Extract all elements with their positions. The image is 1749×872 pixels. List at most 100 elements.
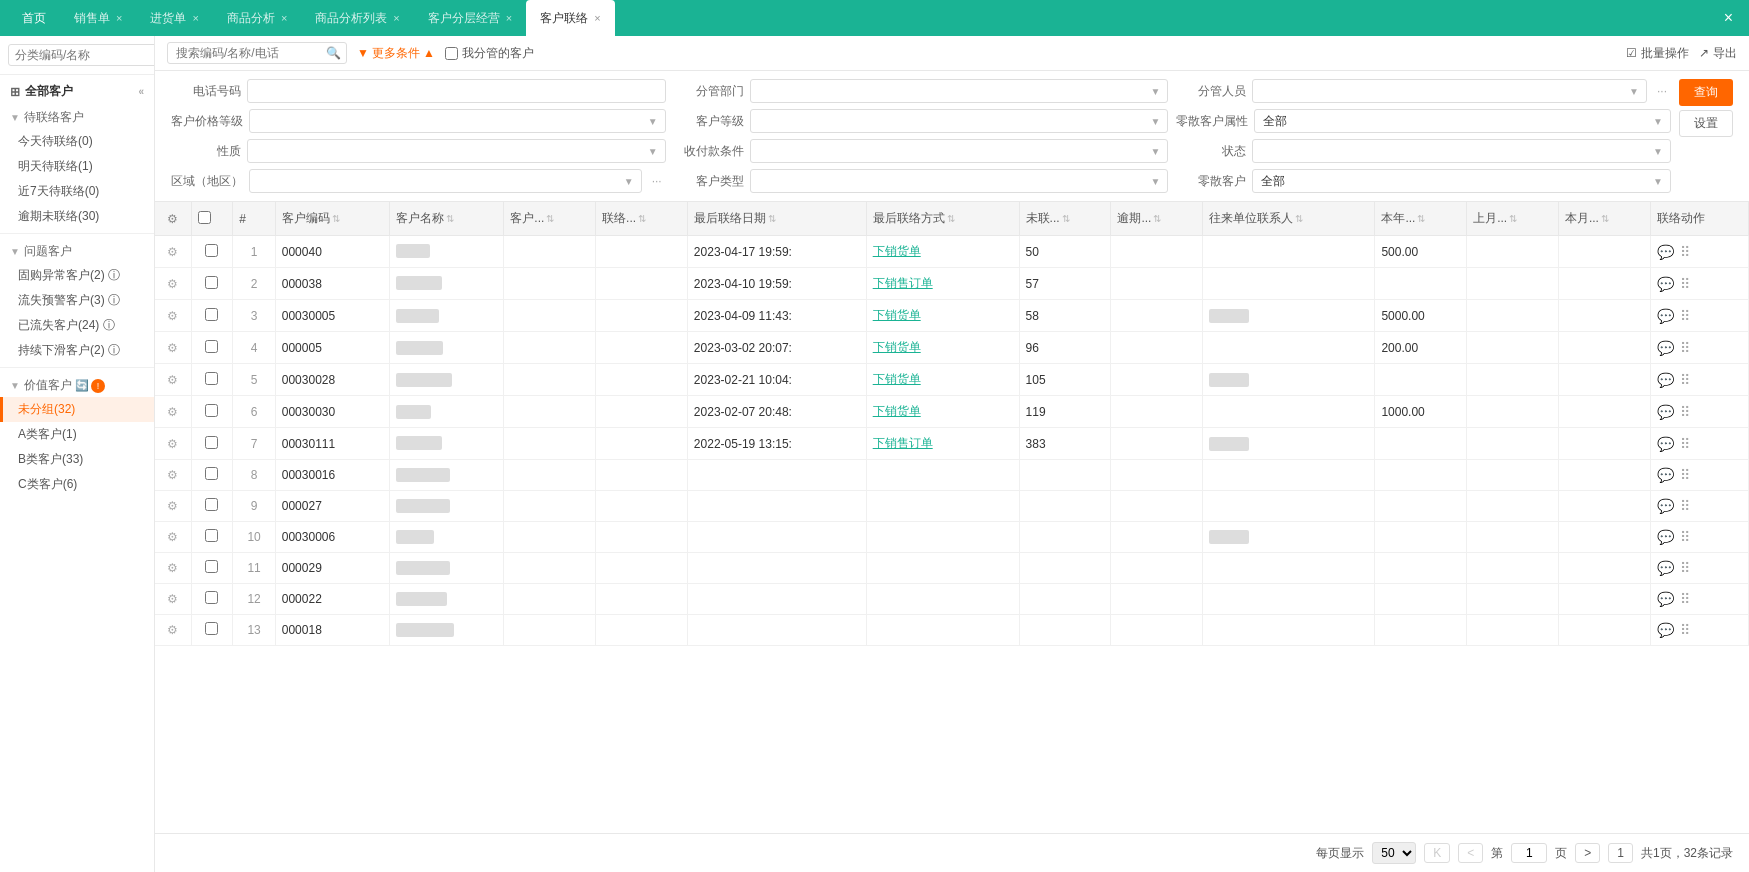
chat-icon[interactable]: 💬 [1657, 622, 1674, 638]
col-contact[interactable]: 联络... ⇅ [596, 202, 688, 236]
tab-goods-analysis[interactable]: 商品分析 × [213, 0, 301, 36]
row-settings-icon[interactable]: ⚙ [167, 437, 178, 451]
filter-search-icon[interactable]: 🔍 [326, 46, 341, 60]
cell-settings[interactable]: ⚙ [155, 460, 191, 491]
collapse-icon[interactable]: « [138, 86, 144, 97]
customer-level-select[interactable] [750, 109, 1169, 133]
chat-icon[interactable]: 💬 [1657, 498, 1674, 514]
row-settings-icon[interactable]: ⚙ [167, 468, 178, 482]
query-button[interactable]: 查询 [1679, 79, 1733, 106]
more-action-icon[interactable]: ⠿ [1680, 591, 1690, 607]
payment-select[interactable] [750, 139, 1169, 163]
row-checkbox[interactable] [205, 467, 218, 480]
sidebar-item-today[interactable]: 今天待联络(0) [0, 129, 154, 154]
row-settings-icon[interactable]: ⚙ [167, 530, 178, 544]
ctype-select[interactable] [750, 169, 1169, 193]
chat-icon[interactable]: 💬 [1657, 372, 1674, 388]
chat-icon[interactable]: 💬 [1657, 560, 1674, 576]
cell-checkbox[interactable] [191, 332, 233, 364]
sidebar-group-value[interactable]: ▼ 价值客户 🔄 ! [0, 372, 154, 397]
cell-settings[interactable]: ⚙ [155, 236, 191, 268]
cell-action[interactable]: 💬⠿ [1650, 460, 1748, 491]
row-settings-icon[interactable]: ⚙ [167, 561, 178, 575]
more-action-icon[interactable]: ⠿ [1680, 467, 1690, 483]
chat-icon[interactable]: 💬 [1657, 276, 1674, 292]
retail-select[interactable]: 全部 [1252, 169, 1671, 193]
tab-sales[interactable]: 销售单 × [60, 0, 136, 36]
sidebar-item-b-class[interactable]: B类客户(33) [0, 447, 154, 472]
my-customers-checkbox[interactable] [445, 47, 458, 60]
cell-checkbox[interactable] [191, 396, 233, 428]
sidebar-item-7days[interactable]: 近7天待联络(0) [0, 179, 154, 204]
row-checkbox[interactable] [205, 436, 218, 449]
cell-checkbox[interactable] [191, 522, 233, 553]
sidebar-group-problem[interactable]: ▼ 问题客户 [0, 238, 154, 263]
col-code[interactable]: 客户编码 ⇅ [275, 202, 389, 236]
more-action-icon[interactable]: ⠿ [1680, 308, 1690, 324]
row-checkbox[interactable] [205, 560, 218, 573]
region-ellipsis[interactable]: ··· [648, 174, 666, 188]
reset-button[interactable]: 设置 [1679, 110, 1733, 137]
cell-action[interactable]: 💬⠿ [1650, 268, 1748, 300]
next-page-btn[interactable]: > [1575, 843, 1600, 863]
col-type[interactable]: 客户... ⇅ [504, 202, 596, 236]
cell-settings[interactable]: ⚙ [155, 584, 191, 615]
more-action-icon[interactable]: ⠿ [1680, 498, 1690, 514]
select-all-checkbox[interactable] [198, 211, 211, 224]
tab-goods-analysis-list[interactable]: 商品分析列表 × [301, 0, 413, 36]
last-method-link[interactable]: 下销货单 [873, 340, 921, 354]
cell-action[interactable]: 💬⠿ [1650, 364, 1748, 396]
more-action-icon[interactable]: ⠿ [1680, 340, 1690, 356]
tab-purchase[interactable]: 进货单 × [136, 0, 212, 36]
region-select[interactable] [249, 169, 642, 193]
prev-page-btn[interactable]: < [1458, 843, 1483, 863]
dept-select[interactable] [750, 79, 1169, 103]
sidebar-item-tomorrow[interactable]: 明天待联络(1) [0, 154, 154, 179]
col-overdue[interactable]: 逾期... ⇅ [1111, 202, 1203, 236]
row-settings-icon[interactable]: ⚙ [167, 499, 178, 513]
cell-checkbox[interactable] [191, 364, 233, 396]
export-btn[interactable]: ↗ 导出 [1699, 45, 1737, 62]
last-method-link[interactable]: 下销货单 [873, 244, 921, 258]
cell-checkbox[interactable] [191, 300, 233, 332]
row-settings-icon[interactable]: ⚙ [167, 592, 178, 606]
row-checkbox[interactable] [205, 622, 218, 635]
col-name[interactable]: 客户名称 ⇅ [390, 202, 504, 236]
settings-icon[interactable]: ⚙ [167, 212, 178, 226]
row-checkbox[interactable] [205, 308, 218, 321]
row-settings-icon[interactable]: ⚙ [167, 405, 178, 419]
my-customers-filter[interactable]: 我分管的客户 [445, 45, 534, 62]
cell-settings[interactable]: ⚙ [155, 332, 191, 364]
row-settings-icon[interactable]: ⚙ [167, 245, 178, 259]
col-this-year[interactable]: 本年... ⇅ [1375, 202, 1467, 236]
page-input[interactable] [1511, 843, 1547, 863]
close-purchase-tab[interactable]: × [192, 12, 198, 24]
close-goods-analysis-tab[interactable]: × [281, 12, 287, 24]
last-page-btn[interactable]: 1 [1608, 843, 1633, 863]
chat-icon[interactable]: 💬 [1657, 529, 1674, 545]
per-page-select[interactable]: 50 [1372, 842, 1416, 864]
close-customer-contact-tab[interactable]: × [594, 12, 600, 24]
cell-action[interactable]: 💬⠿ [1650, 522, 1748, 553]
status-select[interactable] [1252, 139, 1671, 163]
cell-action[interactable]: 💬⠿ [1650, 615, 1748, 646]
sidebar-item-overdue[interactable]: 逾期未联络(30) [0, 204, 154, 229]
cell-checkbox[interactable] [191, 584, 233, 615]
cell-action[interactable]: 💬⠿ [1650, 300, 1748, 332]
chat-icon[interactable]: 💬 [1657, 340, 1674, 356]
sidebar-item-abnormal[interactable]: 固购异常客户(2) ⓘ [0, 263, 154, 288]
cell-checkbox[interactable] [191, 236, 233, 268]
sidebar-item-lost[interactable]: 已流失客户(24) ⓘ [0, 313, 154, 338]
cell-settings[interactable]: ⚙ [155, 615, 191, 646]
cell-action[interactable]: 💬⠿ [1650, 396, 1748, 428]
cell-settings[interactable]: ⚙ [155, 300, 191, 332]
cell-action[interactable]: 💬⠿ [1650, 553, 1748, 584]
col-company-contact[interactable]: 往来单位联系人 ⇅ [1203, 202, 1375, 236]
chat-icon[interactable]: 💬 [1657, 467, 1674, 483]
sidebar-group-pending[interactable]: ▼ 待联络客户 [0, 104, 154, 129]
cell-settings[interactable]: ⚙ [155, 268, 191, 300]
cell-settings[interactable]: ⚙ [155, 428, 191, 460]
cell-action[interactable]: 💬⠿ [1650, 491, 1748, 522]
refresh-icon[interactable]: 🔄 [75, 379, 89, 392]
chat-icon[interactable]: 💬 [1657, 436, 1674, 452]
